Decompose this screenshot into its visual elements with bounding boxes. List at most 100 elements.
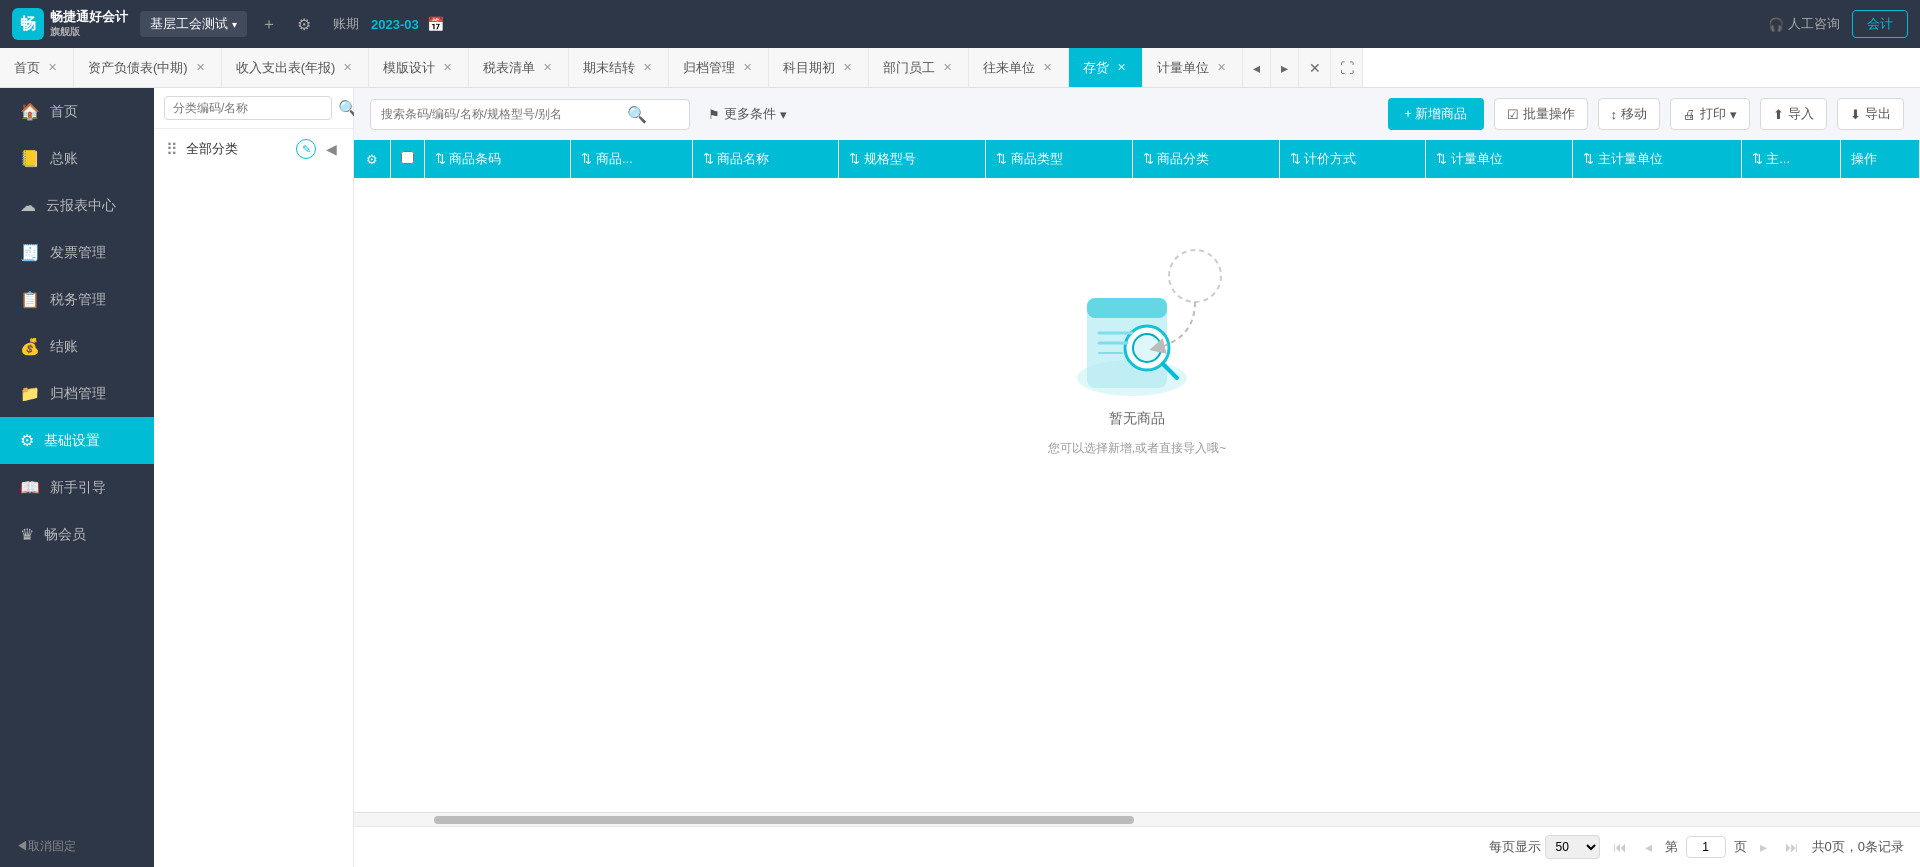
sidebar-item-ledger[interactable]: 📒 总账 <box>0 135 154 182</box>
sidebar-item-settle[interactable]: 💰 结账 <box>0 323 154 370</box>
tab-close-icon[interactable]: ✕ <box>46 60 59 75</box>
tab-unit[interactable]: 计量单位 ✕ <box>1143 48 1243 87</box>
category-all-item[interactable]: ⠿ 全部分类 ✎ ◀ <box>154 129 353 169</box>
col-unit[interactable]: ⇅ 计量单位 <box>1426 140 1573 178</box>
search-icon[interactable]: 🔍 <box>627 105 647 124</box>
empty-state: 暂无商品 您可以选择新增,或者直接导入哦~ <box>354 178 1920 517</box>
tab-tax-list[interactable]: 税表清单 ✕ <box>469 48 569 87</box>
sidebar: 🏠 首页 📒 总账 ☁ 云报表中心 🧾 发票管理 📋 税务管理 💰 结账 📁 归… <box>0 88 154 867</box>
horizontal-scrollbar[interactable] <box>354 812 1920 826</box>
table-area: 🔍 ⚑ 更多条件 ▾ + 新增商品 ☑ 批量操作 <box>354 88 1920 867</box>
scrollbar-thumb[interactable] <box>434 816 1134 824</box>
tab-label: 模版设计 <box>383 59 435 77</box>
move-button[interactable]: ↕ 移动 <box>1598 98 1661 130</box>
add-tab-button[interactable]: ＋ <box>255 10 283 39</box>
page-last-button[interactable]: ⏭ <box>1780 837 1804 857</box>
col-main-unit[interactable]: ⇅ 主计量单位 <box>1573 140 1742 178</box>
batch-operation-button[interactable]: ☑ 批量操作 <box>1494 98 1588 130</box>
sidebar-item-guide[interactable]: 📖 新手引导 <box>0 464 154 511</box>
tab-period-transfer[interactable]: 期末结转 ✕ <box>569 48 669 87</box>
tab-close-all-button[interactable]: ✕ <box>1299 48 1331 87</box>
table-settings-col[interactable]: ⚙ <box>354 140 390 178</box>
more-filter-button[interactable]: ⚑ 更多条件 ▾ <box>700 101 795 127</box>
tab-next-button[interactable]: ▸ <box>1271 48 1299 87</box>
export-button[interactable]: ⬇ 导出 <box>1837 98 1904 130</box>
tab-template[interactable]: 模版设计 ✕ <box>369 48 469 87</box>
sidebar-item-invoice[interactable]: 🧾 发票管理 <box>0 229 154 276</box>
tab-close-icon[interactable]: ✕ <box>194 60 207 75</box>
app-header: 畅 畅捷通好会计 旗舰版 基层工会测试 ▾ ＋ ⚙ 账期 2023-03 📅 🎧… <box>0 0 1920 48</box>
col-type[interactable]: ⇅ 商品类型 <box>986 140 1133 178</box>
tab-close-icon[interactable]: ✕ <box>641 60 654 75</box>
page-first-button[interactable]: ⏮ <box>1608 837 1632 857</box>
grid-icon: ⠿ <box>166 140 178 159</box>
tab-expand-button[interactable]: ⛶ <box>1331 48 1363 87</box>
product-search-input[interactable] <box>381 107 621 121</box>
tab-close-icon[interactable]: ✕ <box>1041 60 1054 75</box>
tab-close-icon[interactable]: ✕ <box>941 60 954 75</box>
category-collapse-button[interactable]: ◀ <box>322 139 341 159</box>
col-barcode[interactable]: ⇅ 商品条码 <box>424 140 571 178</box>
sidebar-label: 畅会员 <box>44 526 86 544</box>
sidebar-item-tax[interactable]: 📋 税务管理 <box>0 276 154 323</box>
sidebar-item-archive[interactable]: 📁 归档管理 <box>0 370 154 417</box>
tab-contacts[interactable]: 往来单位 ✕ <box>969 48 1069 87</box>
sidebar-label: 税务管理 <box>50 291 106 309</box>
sidebar-unpin-button[interactable]: ◀取消固定 <box>0 826 154 867</box>
tab-label: 资产负债表(中期) <box>88 59 188 77</box>
col-price-method[interactable]: ⇅ 计价方式 <box>1279 140 1426 178</box>
tab-close-icon[interactable]: ✕ <box>841 60 854 75</box>
tab-inventory[interactable]: 存货 ✕ <box>1069 48 1143 87</box>
import-button[interactable]: ⬆ 导入 <box>1760 98 1827 130</box>
tab-close-icon[interactable]: ✕ <box>1215 60 1228 75</box>
company-selector[interactable]: 基层工会测试 ▾ <box>140 11 247 37</box>
tab-balance-sheet[interactable]: 资产负债表(中期) ✕ <box>74 48 222 87</box>
col-category[interactable]: ⇅ 商品分类 <box>1132 140 1279 178</box>
help-button[interactable]: 🎧 人工咨询 <box>1768 15 1840 33</box>
print-button[interactable]: 🖨 打印 ▾ <box>1670 98 1750 130</box>
calendar-icon[interactable]: 📅 <box>427 16 444 32</box>
tab-close-icon[interactable]: ✕ <box>1115 60 1128 75</box>
sidebar-item-basic-settings[interactable]: ⚙ 基础设置 <box>0 417 154 464</box>
tab-income[interactable]: 收入支出表(年报) ✕ <box>222 48 370 87</box>
select-all-checkbox[interactable] <box>401 151 414 164</box>
sidebar-label: 首页 <box>50 103 78 121</box>
sidebar-label: 发票管理 <box>50 244 106 262</box>
period-value: 2023-03 <box>371 17 419 32</box>
page-number-input[interactable] <box>1686 836 1726 858</box>
table-checkbox-col[interactable] <box>390 140 424 178</box>
page-next-button[interactable]: ▸ <box>1755 837 1772 857</box>
tab-close-icon[interactable]: ✕ <box>341 60 354 75</box>
page-suffix: 页 <box>1734 838 1747 856</box>
sidebar-label: 结账 <box>50 338 78 356</box>
period-label: 账期 <box>333 15 359 33</box>
add-product-button[interactable]: + 新增商品 <box>1388 98 1483 130</box>
per-page-select[interactable]: 10 20 50 100 <box>1545 835 1600 859</box>
chevron-down-icon: ▾ <box>1730 107 1737 122</box>
tab-label: 科目期初 <box>783 59 835 77</box>
member-icon: ♛ <box>20 525 34 544</box>
settings-button[interactable]: ⚙ <box>291 11 317 38</box>
col-code[interactable]: ⇅ 商品... <box>571 140 692 178</box>
tab-department[interactable]: 部门员工 ✕ <box>869 48 969 87</box>
category-search-input[interactable] <box>164 96 332 120</box>
col-spec[interactable]: ⇅ 规格型号 <box>839 140 986 178</box>
col-more[interactable]: ⇅ 主... <box>1741 140 1841 178</box>
tab-close-icon[interactable]: ✕ <box>741 60 754 75</box>
tab-archive[interactable]: 归档管理 ✕ <box>669 48 769 87</box>
tab-close-icon[interactable]: ✕ <box>441 60 454 75</box>
col-name[interactable]: ⇅ 商品名称 <box>692 140 839 178</box>
tab-home[interactable]: 首页 ✕ <box>0 48 74 87</box>
tab-close-icon[interactable]: ✕ <box>541 60 554 75</box>
tab-subject-init[interactable]: 科目期初 ✕ <box>769 48 869 87</box>
empty-subtitle: 您可以选择新增,或者直接导入哦~ <box>1048 440 1226 457</box>
category-edit-button[interactable]: ✎ <box>296 139 316 159</box>
sidebar-item-member[interactable]: ♛ 畅会员 <box>0 511 154 558</box>
page-prev-button[interactable]: ◂ <box>1640 837 1657 857</box>
sidebar-item-cloud-report[interactable]: ☁ 云报表中心 <box>0 182 154 229</box>
company-name: 基层工会测试 <box>150 15 228 33</box>
tab-prev-button[interactable]: ◂ <box>1243 48 1271 87</box>
sidebar-item-home[interactable]: 🏠 首页 <box>0 88 154 135</box>
svg-rect-2 <box>1087 298 1167 318</box>
account-button[interactable]: 会计 <box>1852 10 1908 38</box>
